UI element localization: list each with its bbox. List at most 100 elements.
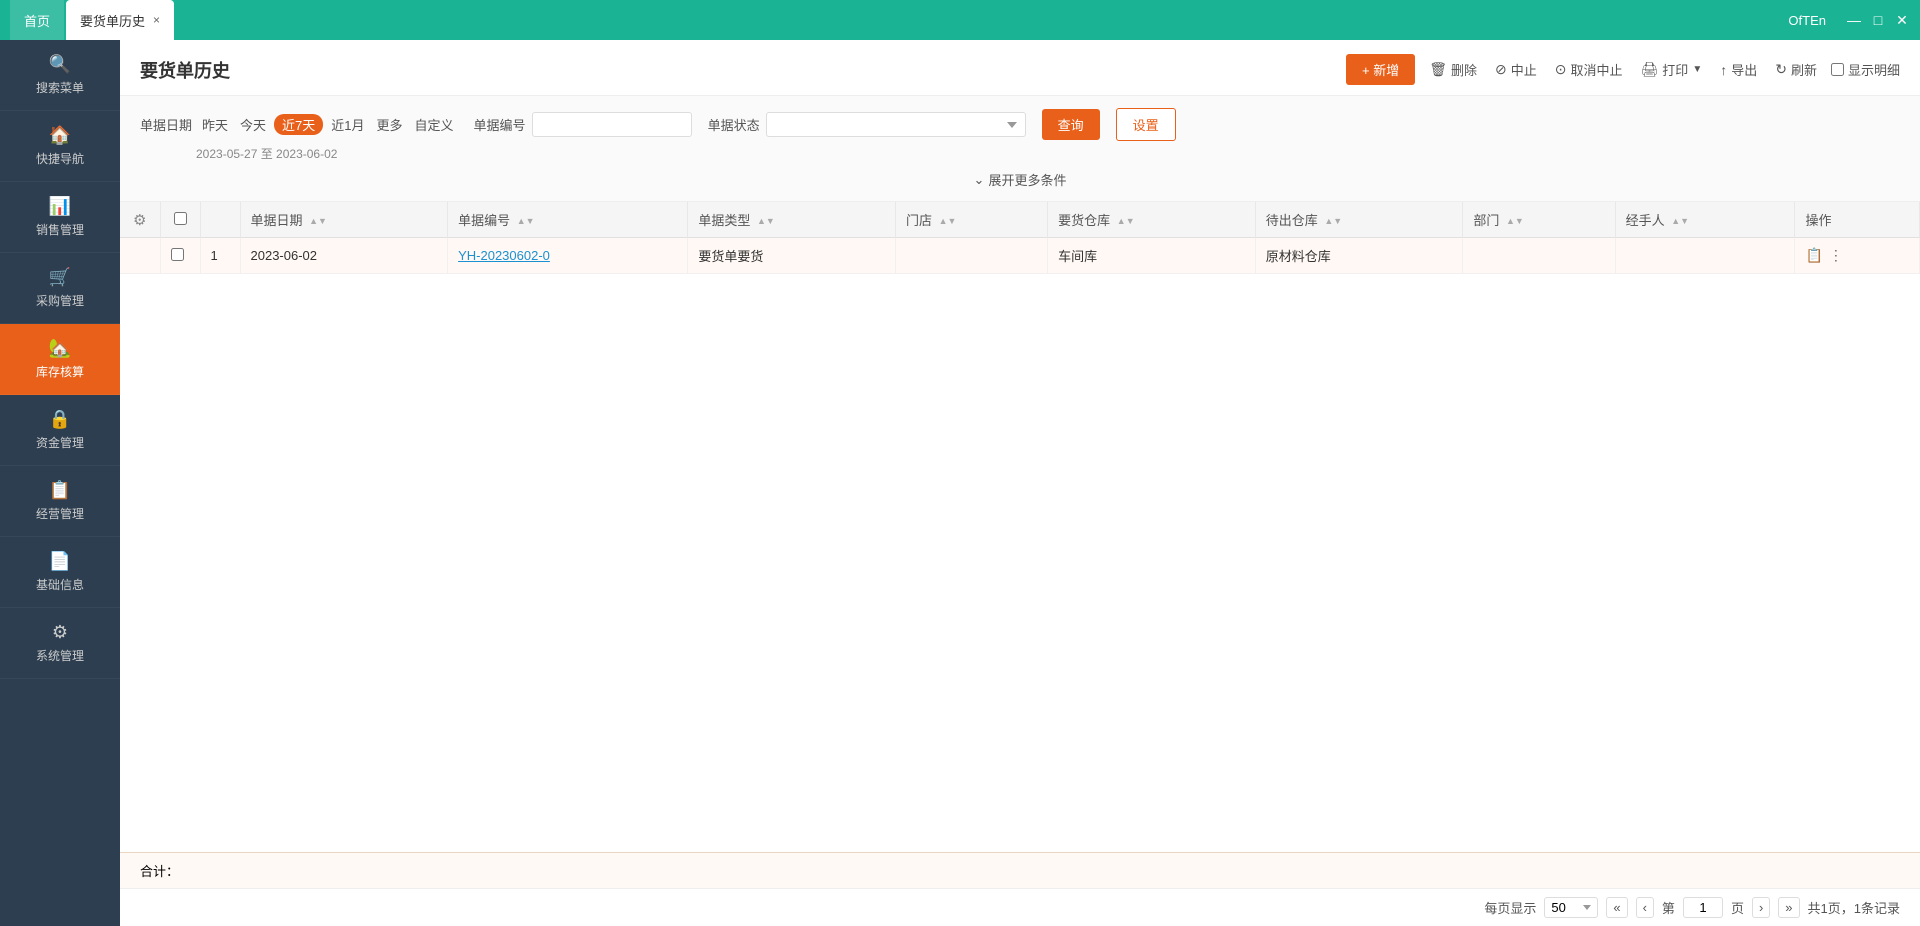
sales-mgmt-icon: 📊 (49, 196, 71, 217)
cancel-suspend-button[interactable]: ⊙ 取消中止 (1551, 58, 1627, 81)
td-doc-type: 要货单要货 (688, 238, 896, 274)
cancel-suspend-icon: ⊙ (1555, 61, 1567, 78)
td-operations: 📋 ⋮ (1795, 238, 1920, 274)
column-settings-icon[interactable]: ⚙ (133, 212, 146, 229)
td-handler (1615, 238, 1795, 274)
date-shortcut-custom[interactable]: 自定义 (411, 114, 458, 135)
sidebar-item-search-menu[interactable]: 🔍 搜索菜单 (0, 40, 120, 111)
date-shortcut-last-month[interactable]: 近1月 (327, 114, 368, 135)
last-page-btn[interactable]: » (1778, 897, 1799, 918)
th-doc-no: 单据编号 ▲▼ (448, 202, 688, 238)
date-shortcut-yesterday[interactable]: 昨天 (198, 114, 232, 135)
filter-row-1: 单据日期 昨天 今天 近7天 近1月 更多 自定义 单据编号 (140, 108, 1900, 141)
date-shortcut-today[interactable]: 今天 (236, 114, 270, 135)
sidebar-item-basic-info[interactable]: 📄 基础信息 (0, 537, 120, 608)
main-layout: 🔍 搜索菜单 🏠 快捷导航 📊 销售管理 🛒 采购管理 🏡 库存核算 🔒 资金管… (0, 40, 1920, 926)
inventory-calc-icon: 🏡 (49, 338, 71, 359)
td-doc-no: YH-20230602-0 (448, 238, 688, 274)
th-department: 部门 ▲▼ (1463, 202, 1615, 238)
sidebar-item-quick-nav-label: 快捷导航 (36, 150, 84, 167)
th-req-warehouse-label: 要货仓库 (1058, 213, 1110, 228)
th-doc-date-sort[interactable]: ▲▼ (309, 217, 327, 226)
th-department-sort[interactable]: ▲▼ (1506, 217, 1524, 226)
page-suffix: 页 (1731, 898, 1744, 917)
page-title: 要货单历史 (140, 57, 230, 83)
sidebar-item-sales-mgmt-label: 销售管理 (36, 221, 84, 238)
sidebar-item-system-mgmt[interactable]: ⚙ 系统管理 (0, 608, 120, 679)
th-handler-sort[interactable]: ▲▼ (1671, 217, 1689, 226)
delete-button[interactable]: 🗑 删除 (1425, 58, 1481, 81)
sidebar-item-inventory-calc-label: 库存核算 (36, 363, 84, 380)
close-btn[interactable]: ✕ (1894, 12, 1910, 28)
sidebar-item-fund-mgmt[interactable]: 🔒 资金管理 (0, 395, 120, 466)
tab-requisition-history[interactable]: 要货单历史 × (66, 0, 174, 40)
row-checkbox[interactable] (171, 248, 184, 261)
sidebar-item-search-menu-label: 搜索菜单 (36, 79, 84, 96)
sidebar-item-inventory-calc[interactable]: 🏡 库存核算 (0, 324, 120, 395)
td-req-warehouse: 车间库 (1048, 238, 1256, 274)
minimize-btn[interactable]: — (1846, 12, 1862, 28)
sidebar-item-ops-mgmt[interactable]: 📋 经营管理 (0, 466, 120, 537)
sidebar-item-sales-mgmt[interactable]: 📊 销售管理 (0, 182, 120, 253)
th-doc-type-sort[interactable]: ▲▼ (757, 217, 775, 226)
suspend-button[interactable]: ⊘ 中止 (1491, 58, 1541, 81)
date-filter-label: 单据日期 (140, 115, 192, 134)
select-all-checkbox[interactable] (174, 212, 187, 225)
table-row: 1 2023-06-02 YH-20230602-0 要货单要货 (120, 238, 1920, 274)
export-label: 导出 (1731, 60, 1757, 79)
sidebar-item-fund-mgmt-label: 资金管理 (36, 434, 84, 451)
th-pending-warehouse-label: 待出仓库 (1266, 213, 1318, 228)
doc-status-select[interactable] (766, 112, 1026, 137)
doc-status-filter: 单据状态 (708, 112, 1026, 137)
row-view-icon[interactable]: 📋 (1805, 247, 1822, 264)
refresh-label: 刷新 (1791, 60, 1817, 79)
maximize-btn[interactable]: □ (1870, 12, 1886, 28)
first-page-btn[interactable]: « (1606, 897, 1627, 918)
th-store-sort[interactable]: ▲▼ (939, 217, 957, 226)
per-page-select[interactable]: 10 20 50 100 (1544, 897, 1598, 918)
export-button[interactable]: ↑ 导出 (1716, 58, 1761, 81)
content-area: 要货单历史 + 新增 🗑 删除 ⊘ 中止 ⊙ 取消中止 🖨 打印 (120, 40, 1920, 926)
purchase-mgmt-icon: 🛒 (49, 267, 71, 288)
date-shortcut-more[interactable]: 更多 (373, 114, 407, 135)
display-detail-label: 显示明细 (1848, 60, 1900, 79)
refresh-button[interactable]: ↻ 刷新 (1771, 58, 1821, 81)
th-req-warehouse-sort[interactable]: ▲▼ (1117, 217, 1135, 226)
tab-home[interactable]: 首页 (10, 0, 64, 40)
row-req-warehouse: 车间库 (1058, 249, 1097, 264)
display-detail-toggle[interactable]: 显示明细 (1831, 60, 1900, 79)
row-doc-no-link[interactable]: YH-20230602-0 (458, 248, 550, 263)
settings-button[interactable]: 设置 (1116, 108, 1176, 141)
th-department-label: 部门 (1473, 213, 1499, 228)
th-doc-type: 单据类型 ▲▼ (688, 202, 896, 238)
often-label: OfTEn (1788, 13, 1826, 28)
th-operations: 操作 (1795, 202, 1920, 238)
ops-mgmt-icon: 📋 (49, 480, 71, 501)
date-shortcut-last7days[interactable]: 近7天 (274, 114, 323, 135)
search-menu-icon: 🔍 (49, 54, 71, 75)
tab-close-icon[interactable]: × (153, 13, 160, 27)
th-store: 门店 ▲▼ (895, 202, 1047, 238)
pagination-bar: 每页显示 10 20 50 100 « ‹ 第 页 › » 共1页，1条记录 (120, 888, 1920, 926)
sidebar-item-purchase-mgmt[interactable]: 🛒 采购管理 (0, 253, 120, 324)
tab-requisition-history-label: 要货单历史 (80, 11, 145, 30)
delete-icon: 🗑 (1429, 61, 1447, 78)
th-pending-warehouse-sort[interactable]: ▲▼ (1324, 217, 1342, 226)
expand-more-btn[interactable]: ⌄ 展开更多条件 (140, 170, 1900, 189)
th-doc-no-sort[interactable]: ▲▼ (517, 217, 535, 226)
filter-area: 单据日期 昨天 今天 近7天 近1月 更多 自定义 单据编号 (120, 96, 1920, 202)
th-operations-label: 操作 (1805, 213, 1831, 228)
display-detail-checkbox[interactable] (1831, 63, 1844, 76)
doc-no-input[interactable] (532, 112, 692, 137)
next-page-btn[interactable]: › (1752, 897, 1770, 918)
th-store-label: 门店 (906, 213, 932, 228)
sidebar-item-quick-nav[interactable]: 🏠 快捷导航 (0, 111, 120, 182)
row-more-icon[interactable]: ⋮ (1829, 247, 1843, 264)
th-handler-label: 经手人 (1626, 213, 1665, 228)
current-page-input[interactable] (1683, 897, 1723, 918)
print-button[interactable]: 🖨 打印 ▼ (1637, 58, 1707, 81)
prev-page-btn[interactable]: ‹ (1636, 897, 1654, 918)
query-button[interactable]: 查询 (1042, 109, 1100, 140)
th-doc-type-label: 单据类型 (698, 213, 750, 228)
add-button[interactable]: + 新增 (1346, 54, 1415, 85)
